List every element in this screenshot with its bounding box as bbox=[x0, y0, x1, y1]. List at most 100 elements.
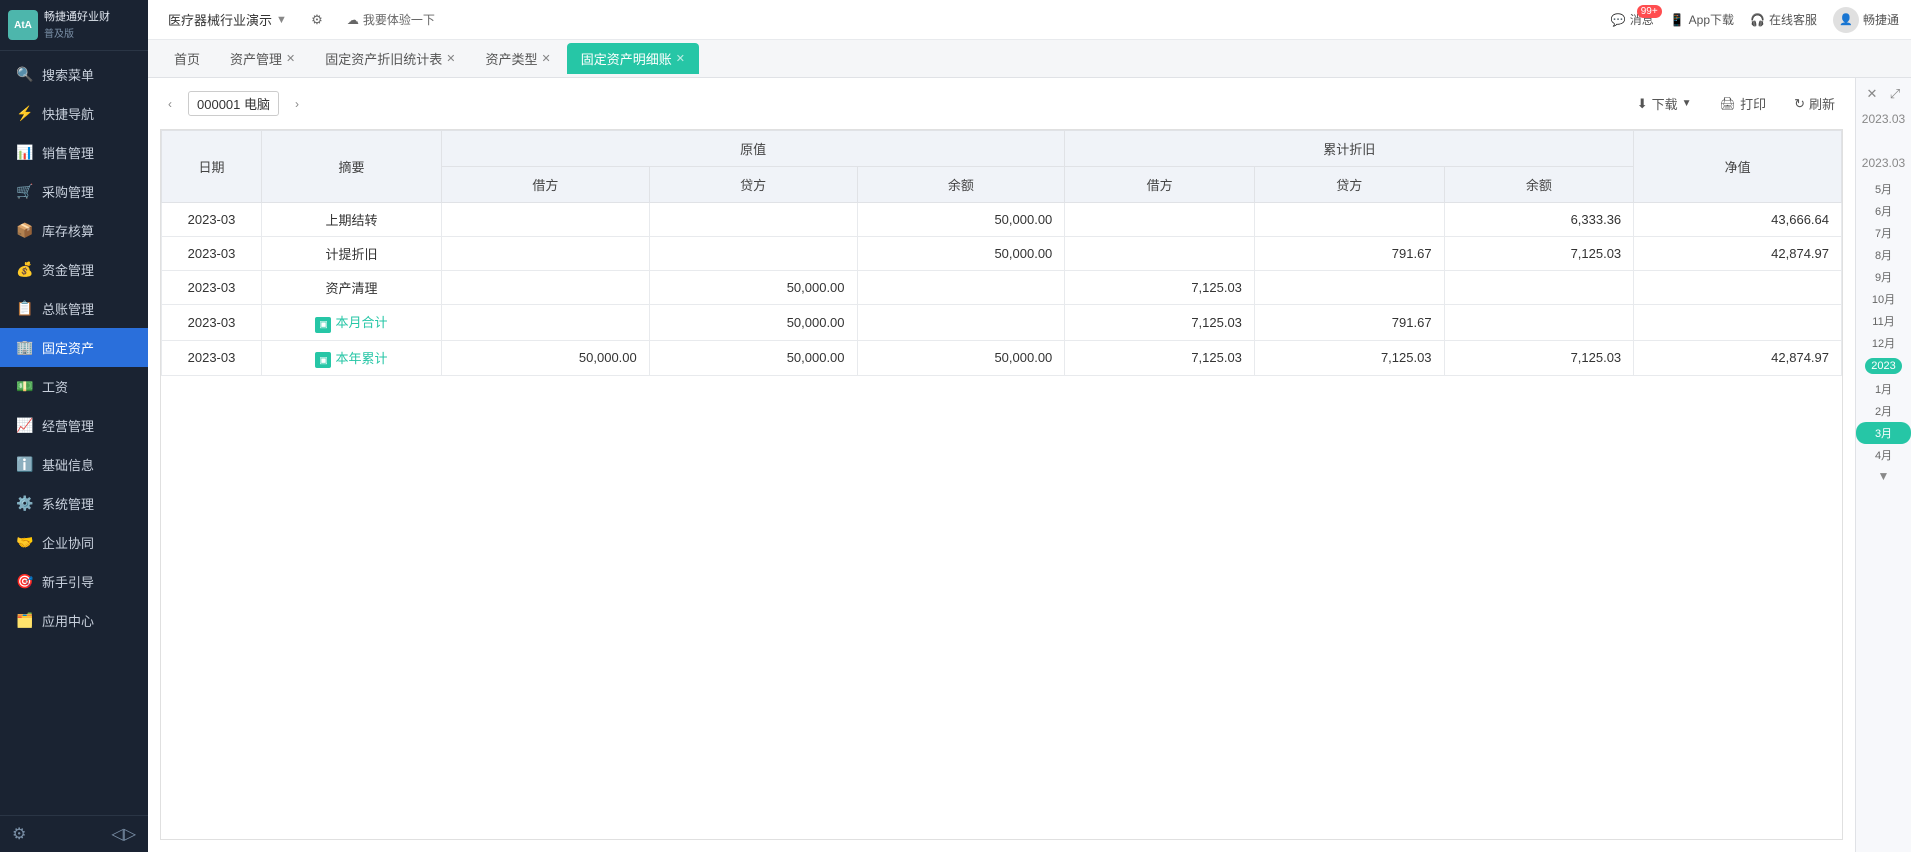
cell-balance: 50,000.00 bbox=[857, 340, 1065, 376]
asset-detail-table: 日期 摘要 原值 累计折旧 净值 借方 贷方 余额 借方 贷方 余额 bbox=[160, 129, 1843, 840]
sidebar-item-ledger[interactable]: 📋 总账管理 bbox=[0, 289, 148, 328]
timeline-month-7月[interactable]: 7月 bbox=[1856, 222, 1911, 244]
timeline-month-1[interactable]: 1月 bbox=[1856, 378, 1911, 400]
tab-asset-mgmt[interactable]: 资产管理 ✕ bbox=[216, 43, 309, 74]
next-asset-btn[interactable]: › bbox=[287, 94, 307, 114]
col-debit: 借方 bbox=[442, 167, 650, 203]
cell-acc-credit bbox=[1254, 271, 1444, 305]
prev-asset-btn[interactable]: ‹ bbox=[160, 94, 180, 114]
try-label: 我要体验一下 bbox=[363, 11, 435, 28]
timeline-month-3[interactable]: 3月 bbox=[1856, 422, 1911, 444]
service-btn[interactable]: 🎧 在线客服 bbox=[1750, 11, 1817, 28]
toolbar-right: ⬇ 下载 ▼ 🖨 打印 ↻ 刷新 bbox=[1629, 90, 1843, 117]
settings-icon[interactable]: ⚙ bbox=[12, 824, 26, 844]
timeline-month-10月[interactable]: 10月 bbox=[1856, 288, 1911, 310]
sidebar-item-app-center[interactable]: 🗂️ 应用中心 bbox=[0, 601, 148, 640]
sidebar-item-guide[interactable]: 🎯 新手引导 bbox=[0, 562, 148, 601]
header-settings-btn[interactable]: ⚙ bbox=[303, 6, 331, 34]
tab-home[interactable]: 首页 bbox=[160, 43, 214, 74]
timeline-month-8月[interactable]: 8月 bbox=[1856, 244, 1911, 266]
inventory-icon: 📦 bbox=[16, 222, 34, 240]
cell-balance: 50,000.00 bbox=[857, 203, 1065, 237]
col-accumulated-dep-group: 累计折旧 bbox=[1065, 131, 1634, 167]
logo-text: 畅捷通好业财 bbox=[44, 10, 110, 24]
timeline-months-before: 5月6月7月8月9月10月11月12月 bbox=[1856, 178, 1911, 354]
download-btn[interactable]: 📱 App下载 bbox=[1670, 11, 1734, 28]
timeline-month-11月[interactable]: 11月 bbox=[1856, 310, 1911, 332]
sidebar-item-payroll[interactable]: 💵 工资 bbox=[0, 367, 148, 406]
logo-version: 普及版 bbox=[44, 25, 110, 40]
search-icon: 🔍 bbox=[16, 66, 34, 84]
cell-credit bbox=[649, 237, 857, 271]
tab-label-asset-mgmt: 资产管理 bbox=[230, 49, 282, 68]
top-header: 医疗器械行业演示 ▼ ⚙ ☁ 我要体验一下 💬 消息 99+ 📱 App下载 🎧… bbox=[148, 0, 1911, 40]
message-icon: 💬 bbox=[1611, 13, 1626, 27]
quick-nav-icon: ⚡ bbox=[16, 105, 34, 123]
sidebar-bottom: ⚙ ◁▷ bbox=[0, 815, 148, 852]
sidebar-item-collaboration[interactable]: 🤝 企业协同 bbox=[0, 523, 148, 562]
tab-close-asset-detail[interactable]: ✕ bbox=[676, 52, 685, 65]
sidebar-item-search[interactable]: 🔍 搜索菜单 bbox=[0, 55, 148, 94]
sidebar-item-quick-nav[interactable]: ⚡ 快捷导航 bbox=[0, 94, 148, 133]
cell-net-value: 42,874.97 bbox=[1634, 237, 1842, 271]
timeline-month-9月[interactable]: 9月 bbox=[1856, 266, 1911, 288]
tab-close-depreciation-table[interactable]: ✕ bbox=[446, 52, 455, 65]
cell-summary: 上期结转 bbox=[262, 203, 442, 237]
timeline-month-2[interactable]: 2月 bbox=[1856, 400, 1911, 422]
timeline-nav-down[interactable]: ▼ bbox=[1874, 466, 1894, 486]
dropdown-icon: ▼ bbox=[276, 14, 287, 26]
sidebar-item-operations[interactable]: 📈 经营管理 bbox=[0, 406, 148, 445]
try-btn[interactable]: ☁ 我要体验一下 bbox=[347, 11, 435, 28]
timeline-month-12月[interactable]: 12月 bbox=[1856, 332, 1911, 354]
refresh-btn[interactable]: ↻ 刷新 bbox=[1786, 90, 1843, 117]
guide-icon: 🎯 bbox=[16, 573, 34, 591]
print-label: 打印 bbox=[1740, 94, 1766, 113]
timeline-expand-btn[interactable]: ⤢ bbox=[1883, 82, 1907, 106]
tabs-bar: 首页资产管理✕固定资产折旧统计表✕资产类型✕固定资产明细账✕ bbox=[148, 40, 1911, 78]
sidebar-item-system[interactable]: ⚙️ 系统管理 bbox=[0, 484, 148, 523]
cell-summary: ▣本月合计 bbox=[262, 305, 442, 341]
logo-icon: AtA bbox=[8, 10, 38, 40]
timeline-month-5月[interactable]: 5月 bbox=[1856, 178, 1911, 200]
user-section[interactable]: 👤 畅捷通 bbox=[1833, 7, 1899, 33]
table-row: 2023-03 ▣本月合计 50,000.00 7,125.03 791.67 bbox=[162, 305, 1842, 341]
print-btn[interactable]: 🖨 打印 bbox=[1712, 90, 1775, 117]
sidebar-item-label-finance: 资金管理 bbox=[42, 260, 94, 279]
cell-acc-balance: 7,125.03 bbox=[1444, 340, 1634, 376]
tab-asset-detail[interactable]: 固定资产明细账 ✕ bbox=[567, 43, 699, 74]
sidebar-item-basic-info[interactable]: ℹ️ 基础信息 bbox=[0, 445, 148, 484]
message-btn[interactable]: 💬 消息 99+ bbox=[1611, 11, 1654, 28]
sidebar-item-label-app-center: 应用中心 bbox=[42, 611, 94, 630]
col-original-value-group: 原值 bbox=[442, 131, 1065, 167]
sidebar-item-fixed-assets[interactable]: 🏢 固定资产 bbox=[0, 328, 148, 367]
timeline-header-date2: 2023.03 bbox=[1862, 156, 1905, 170]
sidebar-item-purchase[interactable]: 🛒 采购管理 bbox=[0, 172, 148, 211]
cell-net-value: 42,874.97 bbox=[1634, 340, 1842, 376]
sidebar-item-finance[interactable]: 💰 资金管理 bbox=[0, 250, 148, 289]
download-btn[interactable]: ⬇ 下载 ▼ bbox=[1629, 90, 1700, 117]
company-selector[interactable]: 医疗器械行业演示 ▼ bbox=[160, 6, 295, 33]
app-center-icon: 🗂️ bbox=[16, 612, 34, 630]
cell-summary: 资产清理 bbox=[262, 271, 442, 305]
cell-summary: 计提折旧 bbox=[262, 237, 442, 271]
tab-close-asset-type[interactable]: ✕ bbox=[542, 52, 551, 65]
tab-label-asset-detail: 固定资产明细账 bbox=[581, 49, 672, 68]
col-acc-debit: 借方 bbox=[1065, 167, 1255, 203]
tab-close-asset-mgmt[interactable]: ✕ bbox=[286, 52, 295, 65]
download-icon: ⬇ bbox=[1637, 96, 1648, 112]
cell-date: 2023-03 bbox=[162, 305, 262, 341]
tab-label-home: 首页 bbox=[174, 49, 200, 68]
tab-depreciation-table[interactable]: 固定资产折旧统计表✕ bbox=[311, 43, 469, 74]
timeline-close-btn[interactable]: ✕ bbox=[1860, 82, 1884, 106]
timeline-month-4[interactable]: 4月 bbox=[1856, 444, 1911, 466]
sidebar-item-sales[interactable]: 📊 销售管理 bbox=[0, 133, 148, 172]
finance-icon: 💰 bbox=[16, 261, 34, 279]
service-icon: 🎧 bbox=[1750, 13, 1765, 27]
sidebar-item-inventory[interactable]: 📦 库存核算 bbox=[0, 211, 148, 250]
cell-credit: 50,000.00 bbox=[649, 271, 857, 305]
cell-acc-debit bbox=[1065, 203, 1255, 237]
timeline-month-6月[interactable]: 6月 bbox=[1856, 200, 1911, 222]
table-row: 2023-03 计提折旧 50,000.00 791.67 7,125.03 4… bbox=[162, 237, 1842, 271]
tab-asset-type[interactable]: 资产类型✕ bbox=[471, 43, 564, 74]
collapse-icon[interactable]: ◁▷ bbox=[111, 824, 136, 844]
